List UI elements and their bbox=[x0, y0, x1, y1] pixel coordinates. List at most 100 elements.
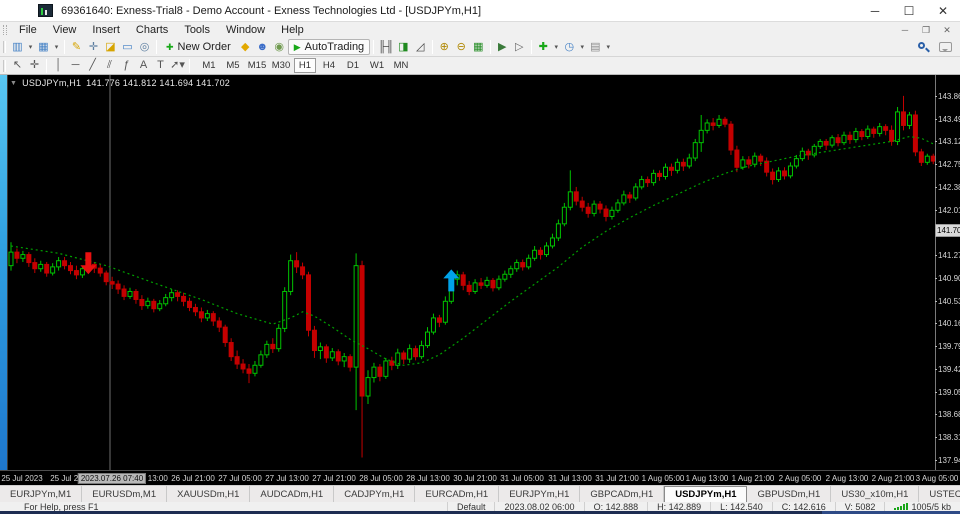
community-icon[interactable]: ☻ bbox=[254, 39, 271, 55]
chart-tab-eurcadm-h1[interactable]: EURCADm,H1 bbox=[415, 486, 500, 502]
status-segment: L: 142.540 bbox=[710, 502, 772, 511]
candle-body bbox=[419, 345, 425, 358]
crosshair-tool-icon[interactable]: ✛ bbox=[26, 58, 43, 74]
timeframe-button-w1[interactable]: W1 bbox=[366, 58, 388, 73]
timeframe-button-m15[interactable]: M15 bbox=[246, 58, 268, 73]
auto-scroll-icon[interactable]: ▶ bbox=[494, 39, 511, 55]
strategy-tester-icon[interactable]: ◎ bbox=[136, 39, 153, 55]
mdi-restore-icon[interactable]: ❐ bbox=[919, 25, 933, 36]
candle-body bbox=[912, 114, 918, 153]
chart-tab-ustec-x100m-h1[interactable]: USTEC_x100m,H1 bbox=[919, 486, 960, 502]
tile-windows-icon[interactable]: ▦ bbox=[470, 39, 487, 55]
timeframe-button-m5[interactable]: M5 bbox=[222, 58, 244, 73]
chart-tab-eurjpym-h1[interactable]: EURJPYm,H1 bbox=[499, 486, 581, 502]
candle-body bbox=[282, 290, 288, 329]
timeframe-button-h1[interactable]: H1 bbox=[294, 58, 316, 73]
candle-body bbox=[674, 161, 680, 171]
autotrading-icon: ▶ bbox=[293, 41, 301, 52]
trendline-tool-icon[interactable]: ╱ bbox=[84, 58, 101, 74]
line-chart-mode-icon[interactable]: ◿ bbox=[412, 39, 429, 55]
data-window-icon[interactable]: ✛ bbox=[85, 39, 102, 55]
search-icon[interactable] bbox=[917, 41, 930, 53]
shapes-dropdown-icon[interactable]: ➚▾ bbox=[169, 58, 186, 74]
price-tick-label: 143.120 bbox=[935, 137, 960, 146]
terminal-icon[interactable]: ▭ bbox=[119, 39, 136, 55]
chart-tab-eurjpym-m1[interactable]: EURJPYm,M1 bbox=[0, 486, 83, 502]
chart-tab-gbpusdm-h1[interactable]: GBPUSDm,H1 bbox=[747, 486, 832, 502]
horizontal-line-tool-icon[interactable]: ─ bbox=[67, 58, 84, 74]
chart-tab-usdjpym-h1[interactable]: USDJPYm,H1 bbox=[664, 486, 748, 502]
maximize-button[interactable]: ☐ bbox=[892, 0, 926, 21]
timeframe-button-h4[interactable]: H4 bbox=[318, 58, 340, 73]
navigator-icon[interactable]: ◪ bbox=[102, 39, 119, 55]
chart-tab-xauusdm-h1[interactable]: XAUUSDm,H1 bbox=[167, 486, 251, 502]
mql5-web-icon[interactable]: ◉ bbox=[271, 39, 288, 55]
profiles-icon[interactable]: ▦ bbox=[35, 39, 52, 55]
candle-body bbox=[163, 297, 169, 305]
chart-tab-eurusdm-m1[interactable]: EURUSDm,M1 bbox=[82, 486, 168, 502]
price-axis: 143.860 143.490 143.120 142.750 142.380 142.0… bbox=[935, 75, 960, 470]
zoom-in-icon[interactable]: ⊕ bbox=[436, 39, 453, 55]
menu-item-charts[interactable]: Charts bbox=[128, 23, 176, 37]
chart-tab-cadjpym-h1[interactable]: CADJPYm,H1 bbox=[334, 486, 416, 502]
periods-icon[interactable]: ◷ bbox=[561, 39, 578, 55]
templates-dropdown-icon[interactable]: ▾ bbox=[604, 39, 613, 55]
profiles-dropdown-icon[interactable]: ▾ bbox=[52, 39, 61, 55]
chart-area[interactable]: ▼ USDJPYm,H1 141.776 141.812 141.694 141… bbox=[0, 75, 960, 514]
menu-item-help[interactable]: Help bbox=[273, 23, 312, 37]
text-tool-icon[interactable]: A bbox=[135, 58, 152, 74]
timeframe-button-d1[interactable]: D1 bbox=[342, 58, 364, 73]
vertical-line-tool-icon[interactable]: │ bbox=[50, 58, 67, 74]
bar-chart-mode-icon[interactable]: ╟╢ bbox=[377, 39, 395, 55]
market-watch-icon[interactable]: ✎ bbox=[68, 39, 85, 55]
timeframe-button-m30[interactable]: M30 bbox=[270, 58, 292, 73]
menu-item-insert[interactable]: Insert bbox=[84, 23, 128, 37]
candle-body bbox=[26, 254, 32, 264]
candle-body bbox=[425, 331, 430, 347]
channel-tool-icon[interactable]: ⫽ bbox=[101, 58, 118, 74]
timeframe-button-mn[interactable]: MN bbox=[390, 58, 412, 73]
chart-shift-icon[interactable]: ▷ bbox=[511, 39, 528, 55]
new-order-button[interactable]: ✚ New Order bbox=[160, 39, 237, 55]
price-tick-label: 138.680 bbox=[935, 410, 960, 419]
mdi-minimize-icon[interactable]: ─ bbox=[898, 25, 912, 36]
line-studies-toolbar: ↖ ✛ │ ─ ╱ ⫽ ƒ A T ➚▾ M1 M5 M15 M30 H1 H4 D1 W1 MN bbox=[0, 57, 960, 75]
chart-tab-us30-x10m-h1[interactable]: US30_x10m,H1 bbox=[831, 486, 920, 502]
candle-body bbox=[502, 273, 508, 280]
label-tool-icon[interactable]: T bbox=[152, 58, 169, 74]
candlestick-chart[interactable] bbox=[8, 75, 935, 470]
candle-body bbox=[127, 290, 133, 297]
price-tick-label: 138.310 bbox=[935, 433, 960, 442]
time-tick-label: 31 Jul 13:00 bbox=[548, 474, 592, 483]
minimize-button[interactable]: ─ bbox=[858, 0, 892, 21]
candle-body bbox=[906, 114, 912, 126]
new-chart-dropdown-icon[interactable]: ▾ bbox=[26, 39, 35, 55]
mdi-close-icon[interactable]: ✕ bbox=[940, 25, 954, 36]
menu-item-tools[interactable]: Tools bbox=[176, 23, 218, 37]
autotrading-button[interactable]: ▶ AutoTrading bbox=[287, 39, 371, 55]
cursor-tool-icon[interactable]: ↖ bbox=[9, 58, 26, 74]
candle-body bbox=[883, 126, 889, 131]
menu-item-window[interactable]: Window bbox=[218, 23, 273, 37]
menu-item-file[interactable]: File bbox=[11, 23, 45, 37]
chat-icon[interactable] bbox=[939, 42, 952, 52]
indicators-icon[interactable]: ✚ bbox=[535, 39, 552, 55]
new-chart-icon[interactable]: ▥ bbox=[9, 39, 26, 55]
periods-dropdown-icon[interactable]: ▾ bbox=[578, 39, 587, 55]
collapse-arrow-icon[interactable]: ▼ bbox=[10, 80, 17, 87]
price-tick-label: 143.860 bbox=[935, 92, 960, 101]
candle-body bbox=[323, 346, 329, 359]
fibonacci-tool-icon[interactable]: ƒ bbox=[118, 58, 135, 74]
chart-tab-audcadm-h1[interactable]: AUDCADm,H1 bbox=[250, 486, 335, 502]
chart-tab-gbpcadm-h1[interactable]: GBPCADm,H1 bbox=[580, 486, 665, 502]
templates-icon[interactable]: ▤ bbox=[587, 39, 604, 55]
close-button[interactable]: ✕ bbox=[926, 0, 960, 21]
candlestick-mode-icon[interactable]: ◨ bbox=[395, 39, 412, 55]
menu-item-view[interactable]: View bbox=[45, 23, 85, 37]
metaeditor-icon[interactable]: ◆ bbox=[237, 39, 254, 55]
timeframe-button-m1[interactable]: M1 bbox=[198, 58, 220, 73]
indicators-dropdown-icon[interactable]: ▾ bbox=[552, 39, 561, 55]
zoom-out-icon[interactable]: ⊖ bbox=[453, 39, 470, 55]
candle-body bbox=[401, 352, 407, 360]
candle-body bbox=[50, 266, 56, 274]
